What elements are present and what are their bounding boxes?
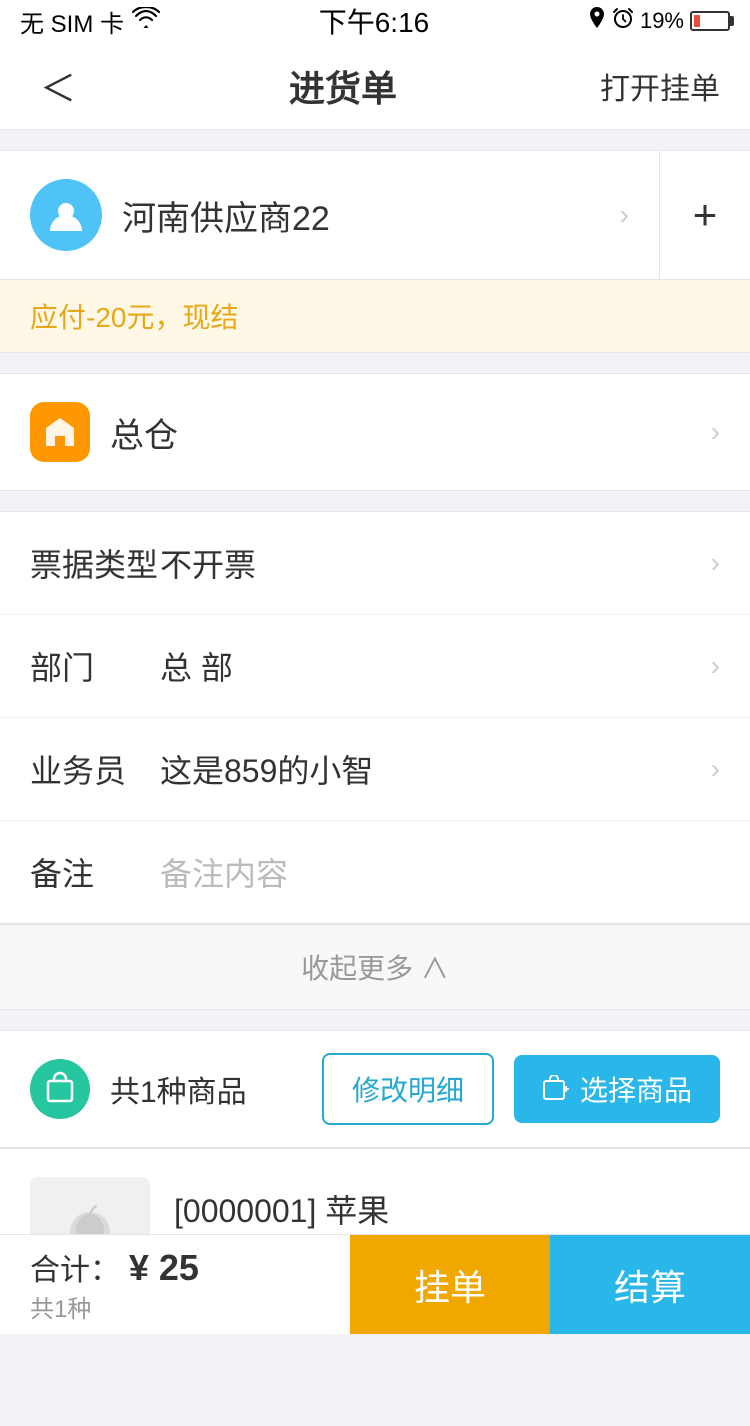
sales-row[interactable]: 业务员 这是859的小智 › bbox=[0, 718, 750, 821]
checkout-button[interactable]: 结算 bbox=[550, 1235, 750, 1334]
alarm-icon bbox=[612, 7, 634, 35]
main-content: 河南供应商22 › + 应付-20元，现结 总仓 › 票据类型 不开票 › 部门 bbox=[0, 130, 750, 1426]
remark-row[interactable]: 备注 备注内容 bbox=[0, 821, 750, 923]
add-supplier-button[interactable]: + bbox=[660, 151, 750, 279]
supplier-selector[interactable]: 河南供应商22 › bbox=[0, 151, 660, 279]
gap1 bbox=[0, 130, 750, 150]
open-hang-button[interactable]: 打开挂单 bbox=[600, 64, 720, 108]
select-product-button[interactable]: 选择商品 bbox=[514, 1055, 720, 1123]
nav-bar: ＜ 进货单 打开挂单 bbox=[0, 42, 750, 130]
edit-detail-button[interactable]: 修改明细 bbox=[322, 1053, 494, 1125]
gap2 bbox=[0, 353, 750, 373]
total-label: 合计： bbox=[30, 1254, 120, 1287]
collapse-button[interactable]: 收起更多 ∧ bbox=[0, 924, 750, 1010]
supplier-chevron: › bbox=[620, 199, 629, 231]
product-title: 苹果 bbox=[325, 1193, 389, 1229]
battery-icon bbox=[690, 11, 730, 31]
back-button[interactable]: ＜ bbox=[30, 50, 86, 122]
form-section: 票据类型 不开票 › 部门 总 部 › 业务员 这是859的小智 › 备注 备注… bbox=[0, 511, 750, 924]
remark-value: 备注内容 bbox=[160, 849, 720, 895]
warehouse-name: 总仓 bbox=[110, 408, 701, 457]
warehouse-selector[interactable]: 总仓 › bbox=[0, 373, 750, 491]
total-row: 合计： ¥ 25 bbox=[30, 1245, 320, 1289]
sales-chevron: › bbox=[711, 753, 720, 785]
dept-chevron: › bbox=[711, 650, 720, 682]
product-code: [0000001] bbox=[174, 1193, 325, 1229]
product-count-icon bbox=[30, 1059, 90, 1119]
total-count: 共1种 bbox=[30, 1289, 320, 1324]
supplier-name: 河南供应商22 bbox=[122, 191, 610, 240]
supplier-avatar bbox=[30, 179, 102, 251]
gap3 bbox=[0, 491, 750, 511]
status-left: 无 SIM 卡 bbox=[20, 4, 160, 39]
dept-value: 总 部 bbox=[160, 643, 701, 689]
select-product-label: 选择商品 bbox=[580, 1069, 692, 1109]
remark-label: 备注 bbox=[30, 849, 160, 895]
dept-label: 部门 bbox=[30, 643, 160, 689]
status-time: 下午6:16 bbox=[319, 1, 430, 41]
wifi-icon bbox=[132, 7, 160, 36]
bottom-bar: 合计： ¥ 25 共1种 挂单 结算 bbox=[0, 1234, 750, 1334]
balance-text: 应付-20元，现结 bbox=[30, 302, 238, 333]
invoice-label: 票据类型 bbox=[30, 540, 160, 586]
total-amount: ¥ 25 bbox=[129, 1247, 199, 1288]
battery-percent: 19% bbox=[640, 8, 684, 34]
warehouse-chevron: › bbox=[711, 416, 720, 448]
gap4 bbox=[0, 1010, 750, 1030]
status-bar: 无 SIM 卡 下午6:16 19% bbox=[0, 0, 750, 42]
add-icon: + bbox=[693, 191, 718, 239]
page-title: 进货单 bbox=[289, 60, 397, 112]
invoice-row[interactable]: 票据类型 不开票 › bbox=[0, 512, 750, 615]
collapse-label: 收起更多 ∧ bbox=[301, 953, 449, 984]
supplier-section: 河南供应商22 › + bbox=[0, 150, 750, 280]
product-count-text: 共1种商品 bbox=[110, 1067, 302, 1111]
carrier-text: 无 SIM 卡 bbox=[20, 4, 124, 39]
invoice-value: 不开票 bbox=[160, 540, 701, 586]
invoice-chevron: › bbox=[711, 547, 720, 579]
hang-button[interactable]: 挂单 bbox=[350, 1235, 550, 1334]
balance-notice: 应付-20元，现结 bbox=[0, 280, 750, 353]
total-section: 合计： ¥ 25 共1种 bbox=[0, 1235, 350, 1334]
product-name: [0000001] 苹果 bbox=[174, 1186, 644, 1232]
dept-row[interactable]: 部门 总 部 › bbox=[0, 615, 750, 718]
warehouse-icon bbox=[30, 402, 90, 462]
location-icon bbox=[588, 7, 606, 35]
sales-value: 这是859的小智 bbox=[160, 746, 701, 792]
status-right: 19% bbox=[588, 7, 730, 35]
battery-fill bbox=[694, 15, 700, 27]
sales-label: 业务员 bbox=[30, 746, 160, 792]
product-header: 共1种商品 修改明细 选择商品 bbox=[0, 1030, 750, 1148]
